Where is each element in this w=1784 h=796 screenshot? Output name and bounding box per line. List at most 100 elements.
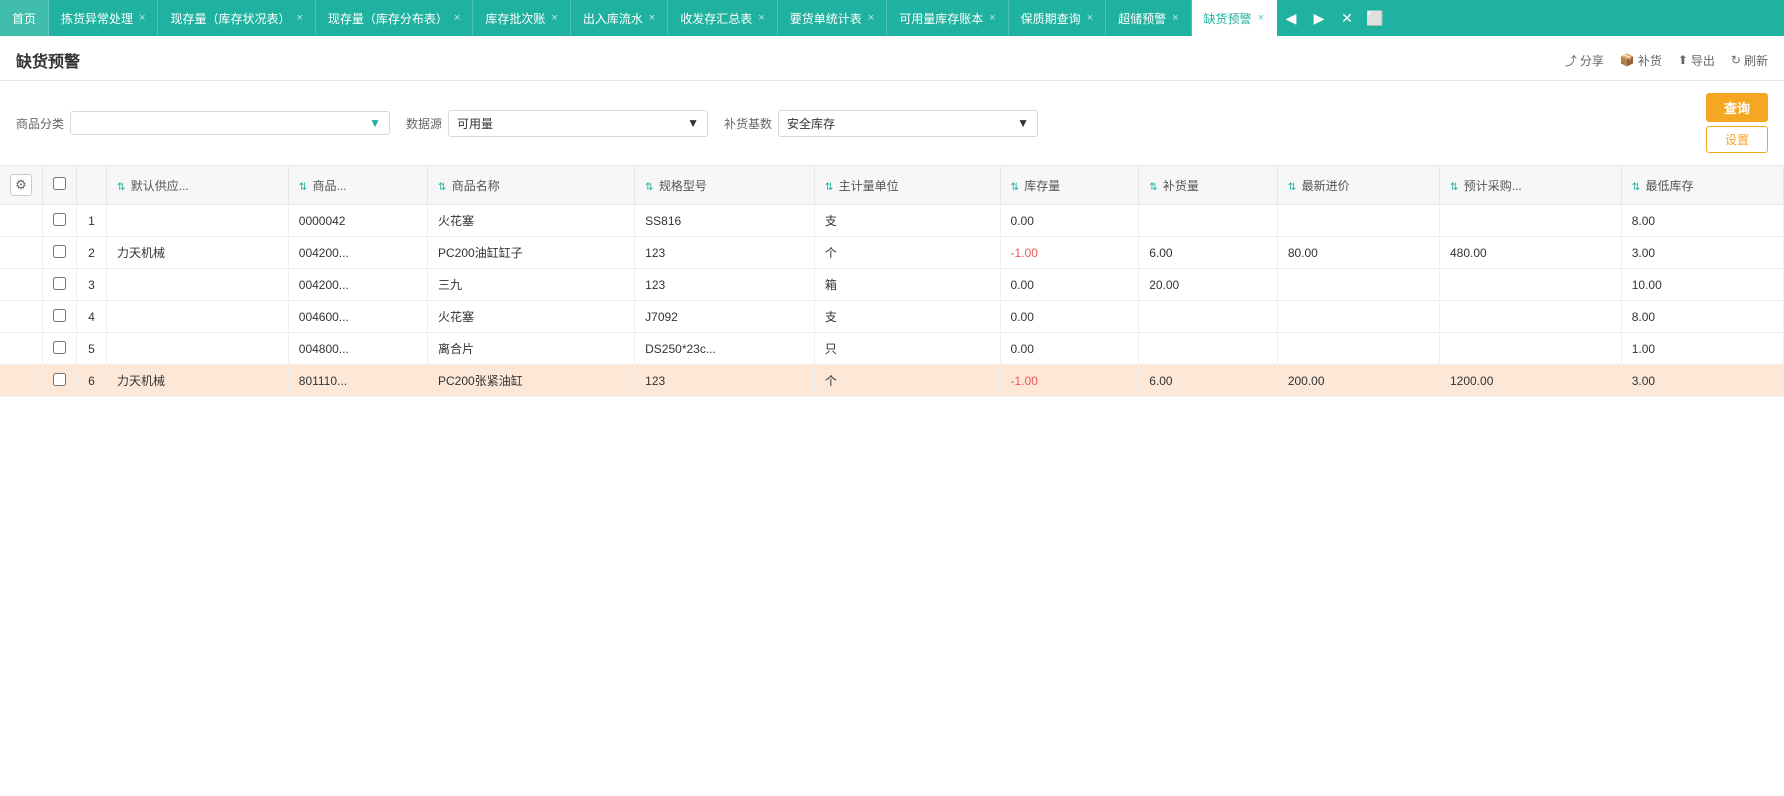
close-icon[interactable]: × (1087, 12, 1093, 24)
row-checkbox[interactable] (53, 277, 66, 290)
row-stock: 0.00 (1000, 301, 1139, 333)
close-icon[interactable]: × (989, 12, 995, 24)
chevron-down-icon: ▼ (687, 116, 699, 130)
filter-buttons: 查询 设置 (1706, 93, 1768, 153)
col-replenish[interactable]: ⇅ 补货量 (1139, 166, 1278, 205)
row-est-purchase: 480.00 (1439, 237, 1621, 269)
tab-overstock[interactable]: 超储预警 × (1106, 0, 1191, 36)
settings-gear-icon[interactable]: ⚙ (10, 174, 32, 196)
export-button[interactable]: ⬆ 导出 (1678, 52, 1715, 69)
col-stock[interactable]: ⇅ 库存量 (1000, 166, 1139, 205)
share-button[interactable]: ⤴ 分享 (1565, 52, 1604, 69)
sort-icon: ⇅ (1288, 182, 1296, 193)
row-supplier (107, 301, 289, 333)
sort-icon: ⇅ (299, 182, 307, 193)
share-icon: ⤴ (1565, 52, 1577, 69)
tab-exception[interactable]: 拣货异常处理 × (49, 0, 158, 36)
row-code: 004200... (288, 269, 427, 301)
tab-batch[interactable]: 库存批次账 × (473, 0, 570, 36)
row-name: PC200油缸缸子 (428, 237, 635, 269)
replenish-button[interactable]: 📦 补货 (1620, 52, 1662, 69)
row-code: 004800... (288, 333, 427, 365)
close-icon[interactable]: × (139, 12, 145, 24)
tab-next-button[interactable]: ▶ (1305, 0, 1333, 36)
tab-receipt[interactable]: 收发存汇总表 × (668, 0, 777, 36)
sort-icon: ⇅ (1011, 182, 1019, 193)
tab-inout[interactable]: 出入库流水 × (571, 0, 668, 36)
row-checkbox[interactable] (53, 245, 66, 258)
col-name[interactable]: ⇅ 商品名称 (428, 166, 635, 205)
close-icon[interactable]: × (551, 12, 557, 24)
close-icon[interactable]: × (1172, 12, 1178, 24)
row-checkbox-cell[interactable] (43, 237, 77, 269)
row-latest-price (1277, 269, 1439, 301)
category-select[interactable]: ▼ (70, 111, 390, 135)
col-spec[interactable]: ⇅ 规格型号 (635, 166, 815, 205)
settings-button[interactable]: 设置 (1706, 126, 1768, 153)
row-checkbox-cell[interactable] (43, 333, 77, 365)
datasource-value: 可用量 (457, 115, 493, 132)
filter-area: 商品分类 ▼ 数据源 可用量 ▼ 补货基数 安全库存 ▼ 查询 设置 (0, 81, 1784, 165)
row-name: PC200张紧油缸 (428, 365, 635, 397)
tab-shortage[interactable]: 缺货预警 × (1192, 0, 1277, 36)
col-checkbox[interactable] (43, 166, 77, 205)
row-code: 004600... (288, 301, 427, 333)
tab-maximize-button[interactable]: ⬜ (1361, 0, 1389, 36)
row-checkbox-cell[interactable] (43, 301, 77, 333)
row-number: 5 (77, 333, 107, 365)
close-icon[interactable]: × (1258, 12, 1264, 24)
row-spec: J7092 (635, 301, 815, 333)
close-icon[interactable]: × (296, 12, 302, 24)
row-replenish: 6.00 (1139, 237, 1278, 269)
row-replenish (1139, 301, 1278, 333)
row-name: 火花塞 (428, 301, 635, 333)
replenish-base-select[interactable]: 安全库存 ▼ (778, 110, 1038, 137)
row-checkbox[interactable] (53, 213, 66, 226)
close-icon[interactable]: × (649, 12, 655, 24)
col-est-purchase[interactable]: ⇅ 预计采购... (1439, 166, 1621, 205)
export-icon: ⬆ (1678, 53, 1688, 67)
row-stock: -1.00 (1000, 365, 1139, 397)
close-icon[interactable]: × (758, 12, 764, 24)
col-supplier[interactable]: ⇅ 默认供应... (107, 166, 289, 205)
col-rownum (77, 166, 107, 205)
tab-available[interactable]: 可用量库存账本 × (887, 0, 1008, 36)
row-unit: 个 (814, 365, 1000, 397)
tab-stock-dist[interactable]: 现存量（库存分布表） × (316, 0, 473, 36)
col-min-stock[interactable]: ⇅ 最低库存 (1621, 166, 1783, 205)
col-unit[interactable]: ⇅ 主计量单位 (814, 166, 1000, 205)
row-checkbox-cell[interactable] (43, 365, 77, 397)
row-checkbox[interactable] (53, 309, 66, 322)
row-checkbox[interactable] (53, 373, 66, 386)
row-number: 2 (77, 237, 107, 269)
select-all-checkbox[interactable] (53, 177, 66, 190)
row-min-stock: 8.00 (1621, 205, 1783, 237)
table-row: 4 004600... 火花塞 J7092 支 0.00 8.00 (0, 301, 1784, 333)
category-filter-group: 商品分类 ▼ (16, 111, 390, 135)
header-actions: ⤴ 分享 📦 补货 ⬆ 导出 ↻ 刷新 (1565, 52, 1768, 69)
row-checkbox-cell[interactable] (43, 269, 77, 301)
datasource-select[interactable]: 可用量 ▼ (448, 110, 708, 137)
close-icon[interactable]: × (454, 12, 460, 24)
row-replenish (1139, 333, 1278, 365)
col-code[interactable]: ⇅ 商品... (288, 166, 427, 205)
row-spec: 123 (635, 237, 815, 269)
tab-prev-button[interactable]: ◀ (1277, 0, 1305, 36)
tab-expiry[interactable]: 保质期查询 × (1009, 0, 1106, 36)
col-settings[interactable]: ⚙ (0, 166, 43, 205)
close-icon[interactable]: × (868, 12, 874, 24)
tab-demand[interactable]: 要货单统计表 × (778, 0, 887, 36)
tab-close-all-button[interactable]: ✕ (1333, 0, 1361, 36)
row-min-stock: 8.00 (1621, 301, 1783, 333)
col-latest-price[interactable]: ⇅ 最新进价 (1277, 166, 1439, 205)
query-button[interactable]: 查询 (1706, 93, 1768, 122)
chevron-down-icon: ▼ (1017, 116, 1029, 130)
tab-home[interactable]: 首页 (0, 0, 49, 36)
row-checkbox[interactable] (53, 341, 66, 354)
row-latest-price: 80.00 (1277, 237, 1439, 269)
refresh-button[interactable]: ↻ 刷新 (1731, 52, 1768, 69)
tab-stock-status[interactable]: 现存量（库存状况表） × (158, 0, 315, 36)
datasource-label: 数据源 (406, 115, 442, 132)
table-body: 1 0000042 火花塞 SS816 支 0.00 8.00 2 力天机械 0… (0, 205, 1784, 397)
row-checkbox-cell[interactable] (43, 205, 77, 237)
